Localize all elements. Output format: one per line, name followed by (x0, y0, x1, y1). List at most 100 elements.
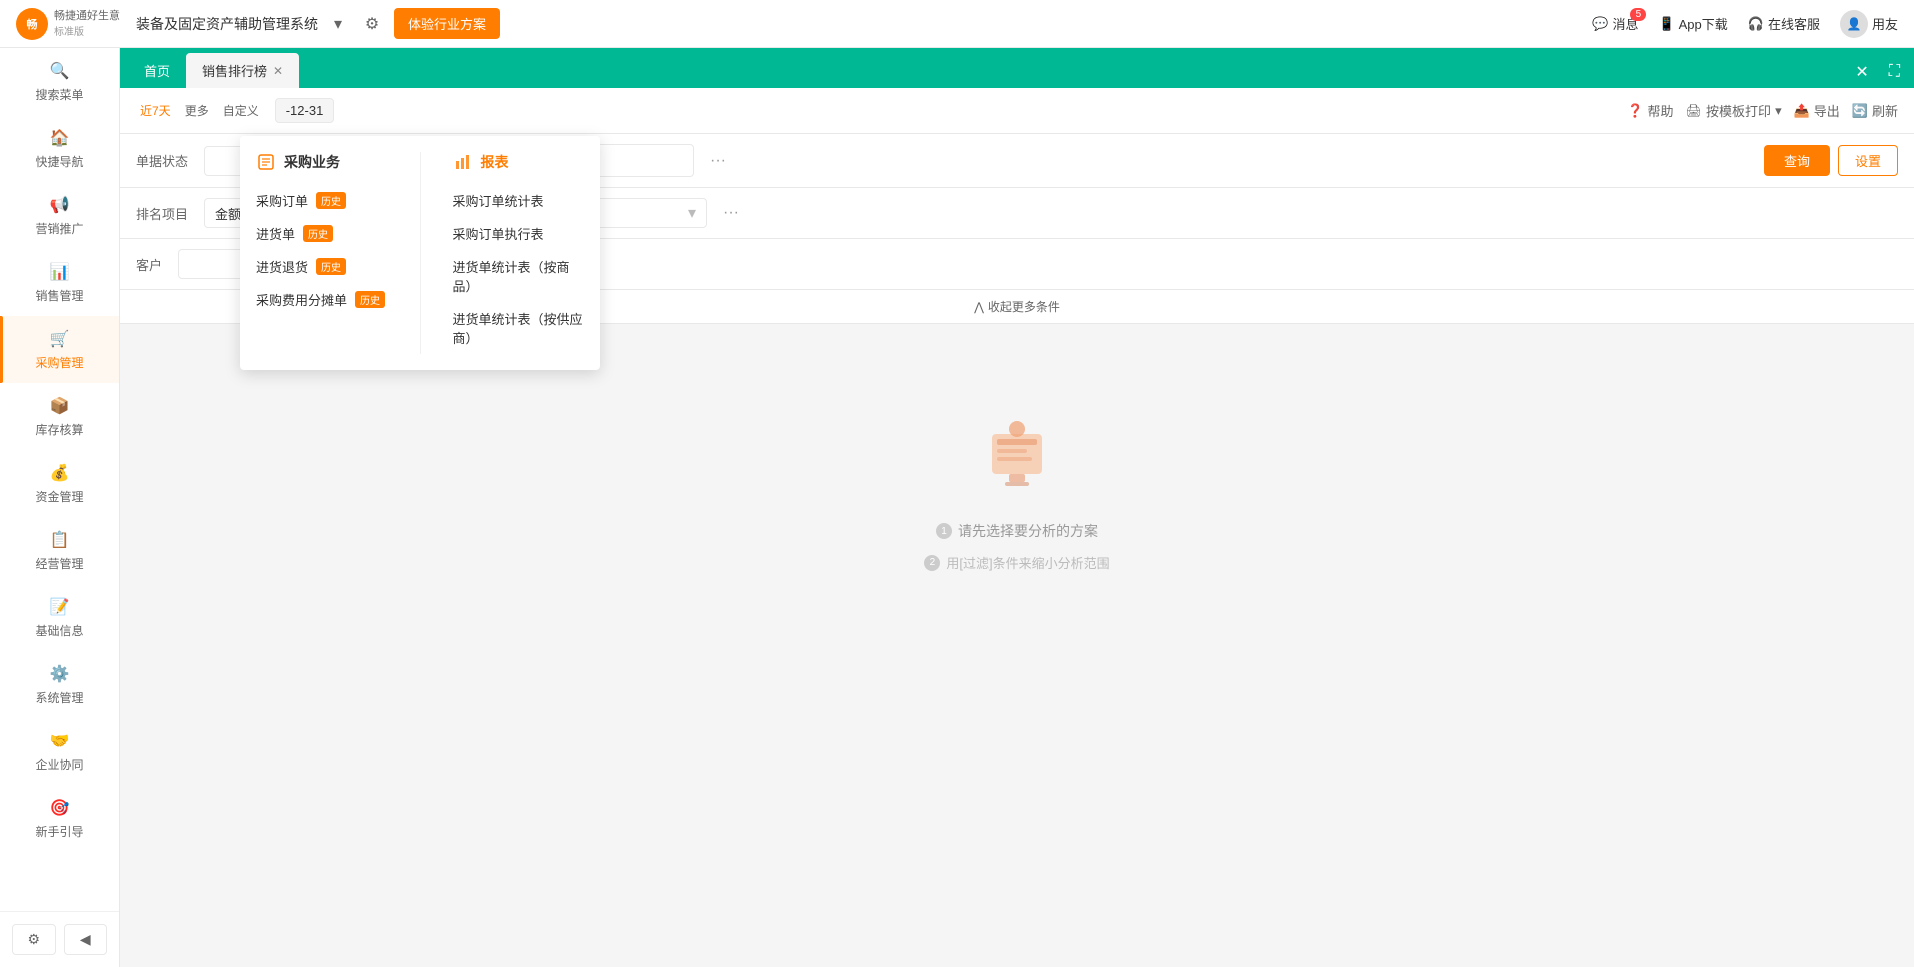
message-icon: 💬 (1592, 16, 1608, 32)
finance-icon: 💰 (49, 462, 71, 484)
help-icon: ❓ (1627, 103, 1643, 119)
sidebar-item-inventory[interactable]: 📦 库存核算 (0, 383, 119, 450)
sidebar-item-collab[interactable]: 🤝 企业协同 (0, 718, 119, 785)
purchase-section-title: 采购业务 (284, 152, 340, 172)
marketing-icon: 📢 (49, 194, 71, 216)
receipt-by-goods-label: 进货单统计表（按商品） (453, 257, 585, 295)
reports-section-icon (453, 152, 473, 172)
help-btn[interactable]: ❓ 帮助 (1627, 101, 1673, 120)
tab-expand-btn[interactable]: ⛶ (1883, 61, 1906, 83)
print-dropdown[interactable]: ▾ (1775, 103, 1782, 119)
message-btn[interactable]: 💬 5 消息 (1592, 14, 1638, 33)
sidebar-item-system[interactable]: ⚙️ 系统管理 (0, 651, 119, 718)
logo-name: 畅捷通好生意 (54, 9, 120, 23)
online-service-btn[interactable]: 🎧 在线客服 (1748, 14, 1820, 33)
salesperson-dropdown: ▾ (688, 203, 696, 223)
sidebar-item-basic[interactable]: 📝 基础信息 (0, 584, 119, 651)
tab-bar: 首页 销售排行榜 ✕ ✕ ⛶ (120, 48, 1914, 88)
date-shortcuts: 近7天 更多 自定义 (136, 100, 263, 121)
footer-collapse-btn[interactable]: ◀ (64, 924, 108, 955)
tab-close-icon[interactable]: ✕ (273, 64, 283, 78)
purchase-receipt-label: 进货单 (256, 224, 295, 243)
date-range-input[interactable]: -12-31 (275, 98, 335, 123)
purchase-order-history: 历史 (316, 192, 346, 209)
dropdown-menu: 采购业务 采购订单 历史 进货单 历史 进货退货 历史 (240, 136, 600, 370)
collapse-btn[interactable]: ⋀ 收起更多条件 (966, 290, 1068, 323)
goods-more[interactable]: ··· (710, 152, 726, 170)
doc-status-label: 单据状态 (136, 151, 188, 170)
print-icon: 🖨 (1686, 103, 1703, 119)
guide-icon: 🎯 (49, 797, 71, 819)
date-more[interactable]: 更多 (181, 100, 213, 121)
menu-item-purchase-return[interactable]: 进货退货 历史 (256, 250, 388, 283)
purchase-expense-history: 历史 (355, 291, 385, 308)
service-icon: 🎧 (1748, 16, 1764, 32)
logo-area: 畅 畅捷通好生意 标准版 (16, 8, 136, 40)
receipt-by-supplier-label: 进货单统计表（按供应商） (453, 309, 585, 347)
dropdown-trigger[interactable]: ▾ (326, 12, 350, 36)
sidebar-item-finance[interactable]: 💰 资金管理 (0, 450, 119, 517)
purchase-section-icon (256, 152, 276, 172)
collapse-label: 收起更多条件 (988, 298, 1060, 315)
po-exec-label: 采购订单执行表 (453, 224, 544, 243)
app-icon: 📱 (1658, 16, 1674, 32)
sidebar-label-marketing: 营销推广 (35, 220, 83, 237)
message-badge: 5 (1630, 8, 1646, 21)
operations-icon: 📋 (49, 529, 71, 551)
app-label: App下载 (1679, 14, 1728, 33)
logo-sub: 标准版 (54, 23, 120, 38)
export-btn[interactable]: 📤 导出 (1794, 101, 1840, 120)
top-header: 畅 畅捷通好生意 标准版 装备及固定资产辅助管理系统 ▾ ⚙ 体验行业方案 💬 … (0, 0, 1914, 48)
settings-btn[interactable]: 设置 (1838, 145, 1898, 176)
system-title: 装备及固定资产辅助管理系统 (136, 14, 318, 34)
sidebar-item-marketing[interactable]: 📢 营销推广 (0, 182, 119, 249)
collab-icon: 🤝 (49, 730, 71, 752)
menu-item-receipt-by-supplier[interactable]: 进货单统计表（按供应商） (453, 302, 585, 354)
date-7days[interactable]: 近7天 (136, 100, 175, 121)
tab-sales-ranking[interactable]: 销售排行榜 ✕ (186, 53, 299, 88)
menu-section-purchase: 采购业务 采购订单 历史 进货单 历史 进货退货 历史 (256, 152, 388, 354)
sidebar-item-sales[interactable]: 📊 销售管理 (0, 249, 119, 316)
menu-item-receipt-by-goods[interactable]: 进货单统计表（按商品） (453, 250, 585, 302)
empty-state: 1 请先选择要分析的方案 2 用[过滤]条件来缩小分析范围 (120, 324, 1914, 652)
tab-home[interactable]: 首页 (128, 53, 186, 88)
footer-settings-btn[interactable]: ⚙ (12, 924, 56, 955)
app-download-btn[interactable]: 📱 App下载 (1658, 14, 1727, 33)
user-menu[interactable]: 👤 用友 (1840, 10, 1898, 38)
sidebar-label-collab: 企业协同 (35, 756, 83, 773)
sidebar-label-operations: 经营管理 (35, 555, 83, 572)
salesperson-more[interactable]: ··· (723, 204, 739, 222)
tab-close-window-btn[interactable]: ✕ (1849, 60, 1874, 84)
purchase-order-label: 采购订单 (256, 191, 308, 210)
header-settings-icon[interactable]: ⚙ (358, 10, 386, 38)
purchase-return-label: 进货退货 (256, 257, 308, 276)
tab-bar-right: ✕ ⛶ (1849, 60, 1906, 88)
sidebar-item-operations[interactable]: 📋 经营管理 (0, 517, 119, 584)
date-custom[interactable]: 自定义 (219, 100, 263, 121)
print-btn[interactable]: 🖨 按模板打印 ▾ (1686, 101, 1782, 120)
sidebar-item-guide[interactable]: 🎯 新手引导 (0, 785, 119, 852)
sidebar-label-purchase: 采购管理 (35, 354, 83, 371)
logo-icon: 畅 (16, 8, 48, 40)
sidebar-label-basic: 基础信息 (35, 622, 83, 639)
menu-item-po-exec[interactable]: 采购订单执行表 (453, 217, 585, 250)
industry-btn[interactable]: 体验行业方案 (394, 8, 500, 39)
print-label: 按模板打印 (1706, 101, 1771, 120)
sidebar-item-purchase[interactable]: 🛒 采购管理 (0, 316, 119, 383)
header-middle: 装备及固定资产辅助管理系统 ▾ ⚙ 体验行业方案 (136, 8, 1592, 39)
user-avatar: 👤 (1840, 10, 1868, 38)
sidebar-item-search[interactable]: 🔍 搜索菜单 (0, 48, 119, 115)
menu-item-purchase-receipt[interactable]: 进货单 历史 (256, 217, 388, 250)
menu-item-purchase-expense[interactable]: 采购费用分摊单 历史 (256, 283, 388, 316)
empty-illustration (967, 404, 1067, 509)
refresh-btn[interactable]: 🔄 刷新 (1852, 101, 1898, 120)
main-layout: 🔍 搜索菜单 🏠 快捷导航 📢 营销推广 📊 销售管理 🛒 采购管理 📦 库存核… (0, 48, 1914, 967)
menu-item-po-stats[interactable]: 采购订单统计表 (453, 184, 585, 217)
user-label: 用友 (1872, 14, 1898, 33)
menu-item-purchase-order[interactable]: 采购订单 历史 (256, 184, 388, 217)
query-btn[interactable]: 查询 (1764, 145, 1830, 176)
sidebar-item-nav[interactable]: 🏠 快捷导航 (0, 115, 119, 182)
export-label: 导出 (1814, 101, 1840, 120)
refresh-label: 刷新 (1872, 101, 1898, 120)
sales-icon: 📊 (49, 261, 71, 283)
